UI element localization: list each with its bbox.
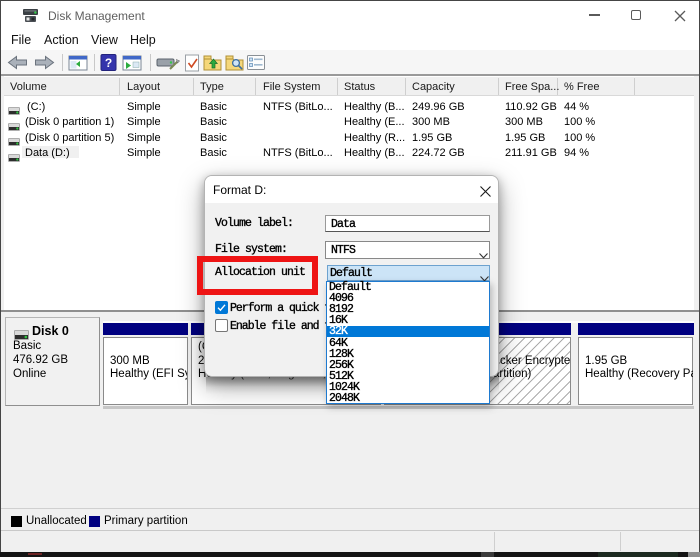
svg-text:?: ? xyxy=(105,56,112,70)
